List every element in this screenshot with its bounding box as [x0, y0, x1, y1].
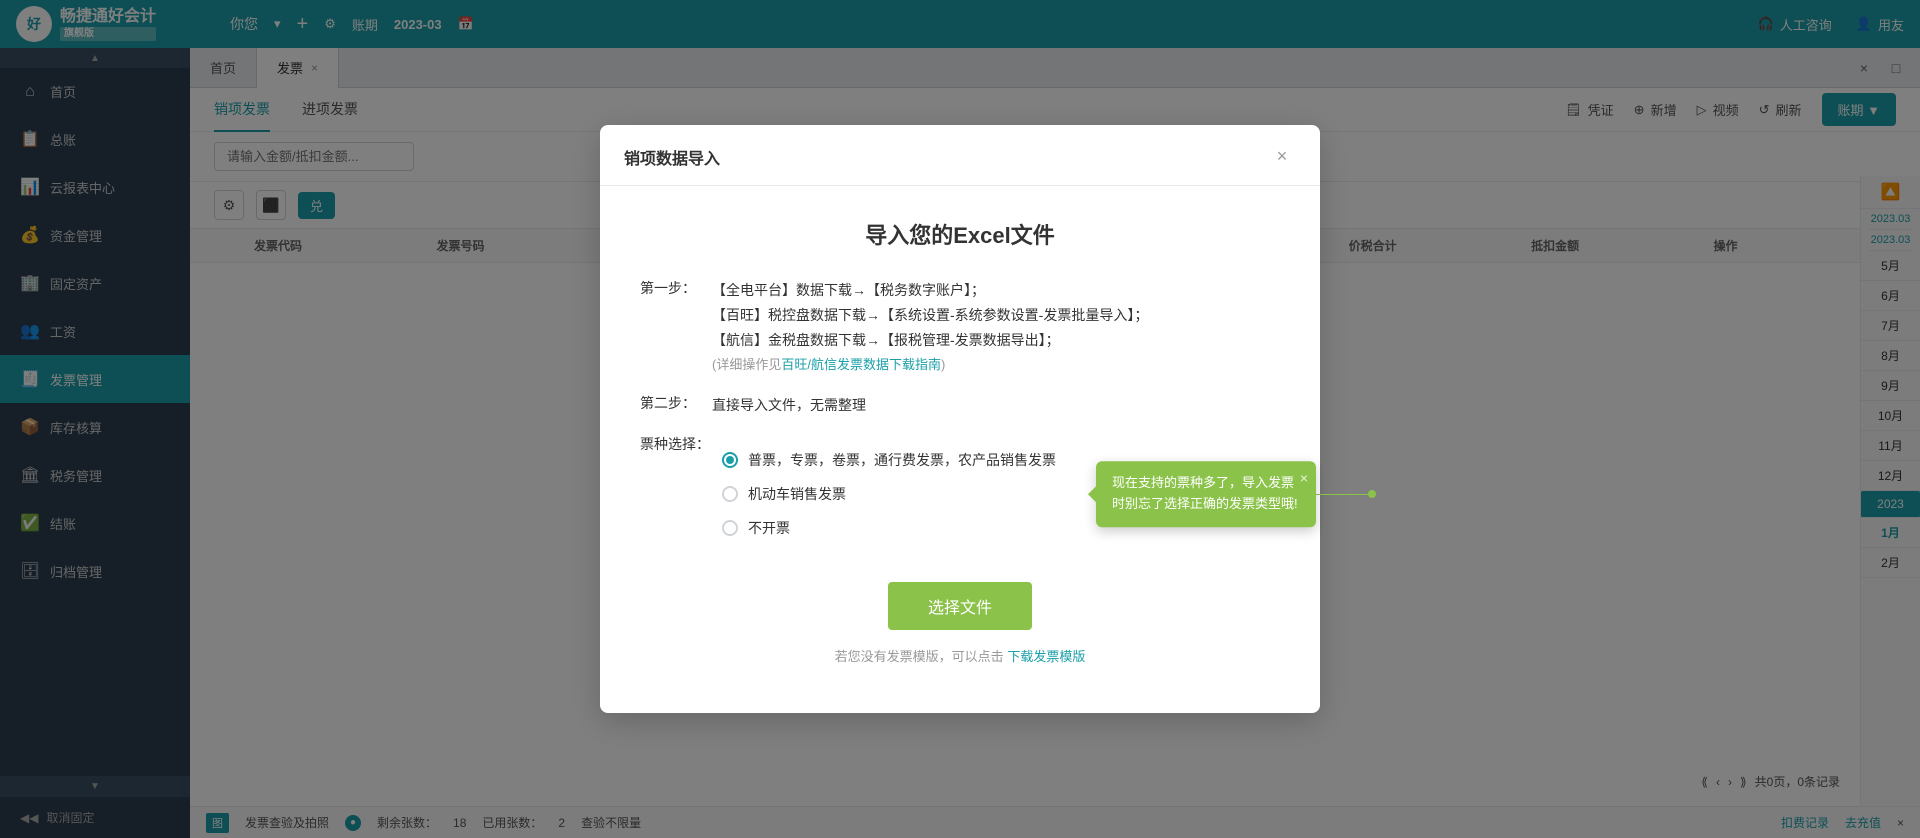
- step1-line3: 【航信】金税盘数据下载→【报税管理-发票数据导出】；: [712, 328, 1148, 353]
- tooltip-close-button[interactable]: ×: [1300, 467, 1308, 489]
- step1-label: 第一步：: [640, 278, 700, 377]
- import-modal: 销项数据导入 × 导入您的Excel文件 第一步： 【全电平台】数据下载→【税务…: [600, 125, 1320, 713]
- select-file-button[interactable]: 选择文件: [888, 582, 1032, 630]
- modal-main-title: 导入您的Excel文件: [640, 218, 1280, 250]
- radio-label-3: 不开票: [748, 518, 790, 538]
- radio-option-2[interactable]: 机动车销售发票 × 现在支持的票种多了，导入发票时别忘了选择正确的发票类型哦!: [722, 484, 1056, 504]
- radio-option-3[interactable]: 不开票: [722, 518, 1056, 538]
- modal-header: 销项数据导入 ×: [600, 125, 1320, 186]
- step2-content: 直接导入文件，无需整理: [712, 393, 866, 418]
- step1-content: 【全电平台】数据下载→【税务数字账户】； 【百旺】税控盘数据下载→【系统设置-系…: [712, 278, 1148, 377]
- radio-group: 普票，专票，卷票，通行费发票，农产品销售发票 机动车销售发票: [722, 450, 1056, 538]
- guide-link[interactable]: 百旺/航信发票数据下载指南: [781, 357, 941, 372]
- tooltip-text: 现在支持的票种多了，导入发票时别忘了选择正确的发票类型哦!: [1112, 475, 1298, 511]
- radio-circle-3[interactable]: [722, 520, 738, 536]
- step1-note: (详细操作见百旺/航信发票数据下载指南): [712, 353, 1148, 376]
- radio-dot-1: [726, 456, 734, 464]
- radio-circle-1[interactable]: [722, 452, 738, 468]
- ticket-label: 票种选择：: [640, 434, 710, 454]
- radio-circle-2[interactable]: [722, 486, 738, 502]
- modal-title: 销项数据导入: [624, 145, 720, 169]
- radio-label-2: 机动车销售发票: [748, 484, 846, 504]
- footer-note-text: 若您没有发票模版，可以点击: [835, 649, 1004, 664]
- step2-label: 第二步：: [640, 393, 700, 418]
- tooltip-bubble: × 现在支持的票种多了，导入发票时别忘了选择正确的发票类型哦!: [1096, 461, 1316, 527]
- step1-line2: 【百旺】税控盘数据下载→【系统设置-系统参数设置-发票批量导入】；: [712, 303, 1148, 328]
- modal-overlay: 销项数据导入 × 导入您的Excel文件 第一步： 【全电平台】数据下载→【税务…: [0, 0, 1920, 838]
- radio-label-1: 普票，专票，卷票，通行费发票，农产品销售发票: [748, 450, 1056, 470]
- modal-close-button[interactable]: ×: [1268, 143, 1296, 171]
- step1-row: 第一步： 【全电平台】数据下载→【税务数字账户】； 【百旺】税控盘数据下载→【系…: [640, 278, 1280, 377]
- step2-row: 第二步： 直接导入文件，无需整理: [640, 393, 1280, 418]
- step1-line1: 【全电平台】数据下载→【税务数字账户】；: [712, 278, 1148, 303]
- ticket-type-row: 票种选择： 普票，专票，卷票，通行费发票，农产品销售发票 机动车销售发票: [640, 434, 1280, 554]
- radio-option-1[interactable]: 普票，专票，卷票，通行费发票，农产品销售发票: [722, 450, 1056, 470]
- download-template-link[interactable]: 下载发票模版: [1007, 649, 1085, 664]
- modal-footer-note: 若您没有发票模版，可以点击 下载发票模版: [640, 646, 1280, 681]
- modal-body: 导入您的Excel文件 第一步： 【全电平台】数据下载→【税务数字账户】； 【百…: [600, 186, 1320, 713]
